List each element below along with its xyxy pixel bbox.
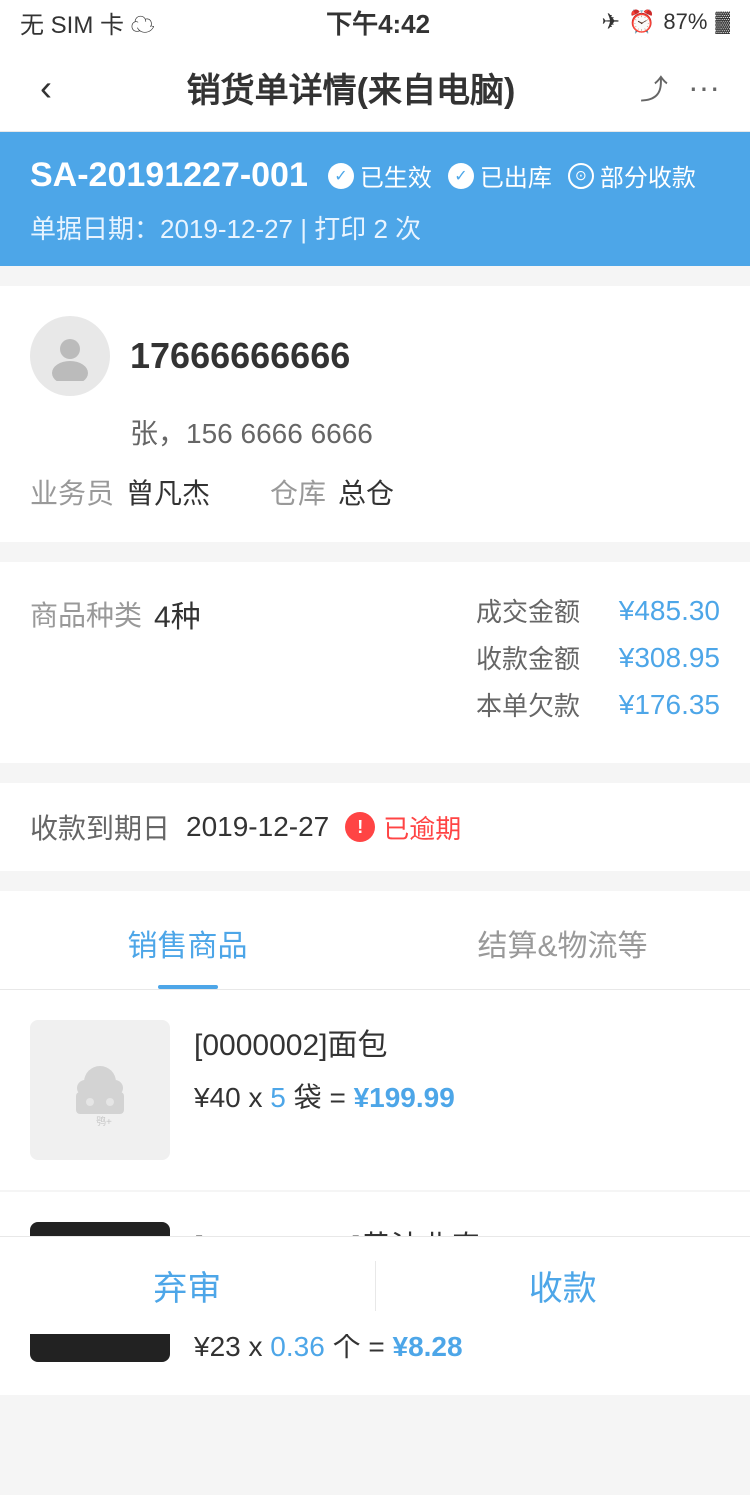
badge-shipped: ✓ 已出库: [448, 158, 552, 193]
product-equals-1: =: [329, 1082, 353, 1113]
alarm-icon: ⏰: [628, 9, 655, 35]
sales-rep-value: 曾凡杰: [126, 472, 210, 512]
product-qty-1: 5: [270, 1082, 286, 1113]
status-bar: 无 SIM 卡 ☁ 下午4:42 ✈ ⏰ 87% ▓: [0, 0, 750, 44]
owed-amount-label: 本单欠款: [476, 686, 580, 723]
order-separator: |: [300, 214, 314, 244]
status-badges: ✓ 已生效 ✓ 已出库 ⊙ 部分收款: [328, 158, 696, 193]
warehouse-item: 仓库 总仓: [270, 472, 394, 512]
avatar-icon: [45, 331, 95, 381]
badge-partial: ⊙ 部分收款: [568, 158, 696, 193]
category-row: 商品种类 4种: [30, 592, 201, 636]
customer-contact: 张，156 6666 6666: [30, 412, 720, 452]
customer-id: 17666666666: [130, 335, 350, 377]
owed-amount-value: ¥176.35: [600, 689, 720, 721]
product-times-1: x: [249, 1082, 271, 1113]
cancel-button[interactable]: 弃审: [0, 1241, 375, 1330]
products-section: 鸮+ [0000002]面包 ¥40 x 5 袋 = ¥199.99: [0, 990, 750, 1395]
product-total-2: ¥8.28: [393, 1331, 463, 1362]
product-unit-2: 个: [333, 1331, 361, 1362]
overdue-badge: ! 已逾期: [345, 809, 461, 846]
category-label: 商品种类: [30, 594, 142, 634]
customer-details: 业务员 曾凡杰 仓库 总仓: [30, 472, 720, 512]
received-amount-value: ¥308.95: [600, 642, 720, 674]
due-date: 2019-12-27: [186, 811, 329, 843]
check-icon-active: ✓: [328, 163, 354, 189]
deal-amount-row: 成交金额 ¥485.30: [476, 592, 720, 629]
page-title: 销货单详情(来自电脑): [187, 63, 516, 112]
battery-icon: ▓: [715, 11, 730, 34]
deal-amount-label: 成交金额: [476, 592, 580, 629]
product-qty-2: 0.36: [270, 1331, 325, 1362]
clock-icon: ⊙: [568, 163, 594, 189]
share-button[interactable]: ⤴: [640, 68, 668, 108]
product-name-1: [0000002]面包: [194, 1020, 720, 1064]
summary-left: 商品种类 4种: [30, 592, 201, 636]
more-button[interactable]: ···: [688, 69, 720, 106]
tabs-section: 销售商品 结算&物流等: [0, 891, 750, 990]
product-unit-1: 袋: [294, 1082, 322, 1113]
product-price-1: ¥40: [194, 1082, 241, 1113]
back-button[interactable]: ‹: [30, 57, 62, 119]
product-pricing-1: ¥40 x 5 袋 = ¥199.99: [194, 1076, 720, 1116]
svg-text:鸮+: 鸮+: [96, 1115, 112, 1128]
customer-row: 17666666666: [30, 316, 720, 396]
check-icon-shipped: ✓: [448, 163, 474, 189]
order-header: SA-20191227-001 ✓ 已生效 ✓ 已出库 ⊙ 部分收款 单据日期：…: [0, 132, 750, 266]
product-times-2: x: [249, 1331, 271, 1362]
status-right: ✈ ⏰ 87% ▓: [602, 9, 730, 35]
location-icon: ✈: [602, 9, 620, 35]
product-placeholder-icon: 鸮+: [60, 1050, 140, 1130]
badge-active-label: 已生效: [360, 158, 432, 193]
customer-avatar: [30, 316, 110, 396]
order-id: SA-20191227-001: [30, 156, 308, 195]
bottom-bar: 弃审 收款: [0, 1236, 750, 1334]
product-equals-2: =: [368, 1331, 392, 1362]
summary-right: 成交金额 ¥485.30 收款金额 ¥308.95 本单欠款 ¥176.35: [476, 592, 720, 733]
status-time: 下午4:42: [326, 4, 430, 41]
nav-actions: ⤴ ···: [640, 68, 720, 108]
deal-amount-value: ¥485.30: [600, 595, 720, 627]
badge-active: ✓ 已生效: [328, 158, 432, 193]
sim-status: 无 SIM 卡 ☁: [20, 5, 155, 40]
overdue-text: 已逾期: [383, 809, 461, 846]
received-amount-row: 收款金额 ¥308.95: [476, 639, 720, 676]
product-price-2: ¥23: [194, 1331, 241, 1362]
confirm-button[interactable]: 收款: [376, 1241, 750, 1330]
order-meta: 单据日期：2019-12-27 | 打印 2 次: [30, 209, 720, 246]
customer-section: 17666666666 张，156 6666 6666 业务员 曾凡杰 仓库 总…: [0, 286, 750, 542]
sales-rep-label: 业务员: [30, 472, 114, 512]
warehouse-value: 总仓: [338, 472, 394, 512]
warehouse-label: 仓库: [270, 472, 326, 512]
owed-amount-row: 本单欠款 ¥176.35: [476, 686, 720, 723]
tab-settlement[interactable]: 结算&物流等: [375, 891, 750, 989]
battery-status: 87%: [663, 9, 707, 35]
due-label: 收款到期日: [30, 807, 170, 847]
received-amount-label: 收款金额: [476, 639, 580, 676]
product-item: 鸮+ [0000002]面包 ¥40 x 5 袋 = ¥199.99: [0, 990, 750, 1190]
tab-sales-products[interactable]: 销售商品: [0, 891, 375, 989]
category-value: 4种: [154, 592, 201, 636]
summary-section: 商品种类 4种 成交金额 ¥485.30 收款金额 ¥308.95 本单欠款 ¥…: [0, 562, 750, 763]
status-left: 无 SIM 卡 ☁: [20, 5, 155, 40]
nav-bar: ‹ 销货单详情(来自电脑) ⤴ ···: [0, 44, 750, 132]
product-image-1: 鸮+: [30, 1020, 170, 1160]
order-print: 打印 2 次: [314, 214, 421, 244]
tabs: 销售商品 结算&物流等: [0, 891, 750, 989]
order-date: 单据日期：2019-12-27: [30, 214, 293, 244]
overdue-icon: !: [345, 812, 375, 842]
badge-partial-label: 部分收款: [600, 158, 696, 193]
badge-shipped-label: 已出库: [480, 158, 552, 193]
order-header-top: SA-20191227-001 ✓ 已生效 ✓ 已出库 ⊙ 部分收款: [30, 156, 720, 195]
product-details-1: [0000002]面包 ¥40 x 5 袋 = ¥199.99: [194, 1020, 720, 1116]
due-section: 收款到期日 2019-12-27 ! 已逾期: [0, 783, 750, 871]
product-total-1: ¥199.99: [354, 1082, 455, 1113]
sales-rep-item: 业务员 曾凡杰: [30, 472, 210, 512]
